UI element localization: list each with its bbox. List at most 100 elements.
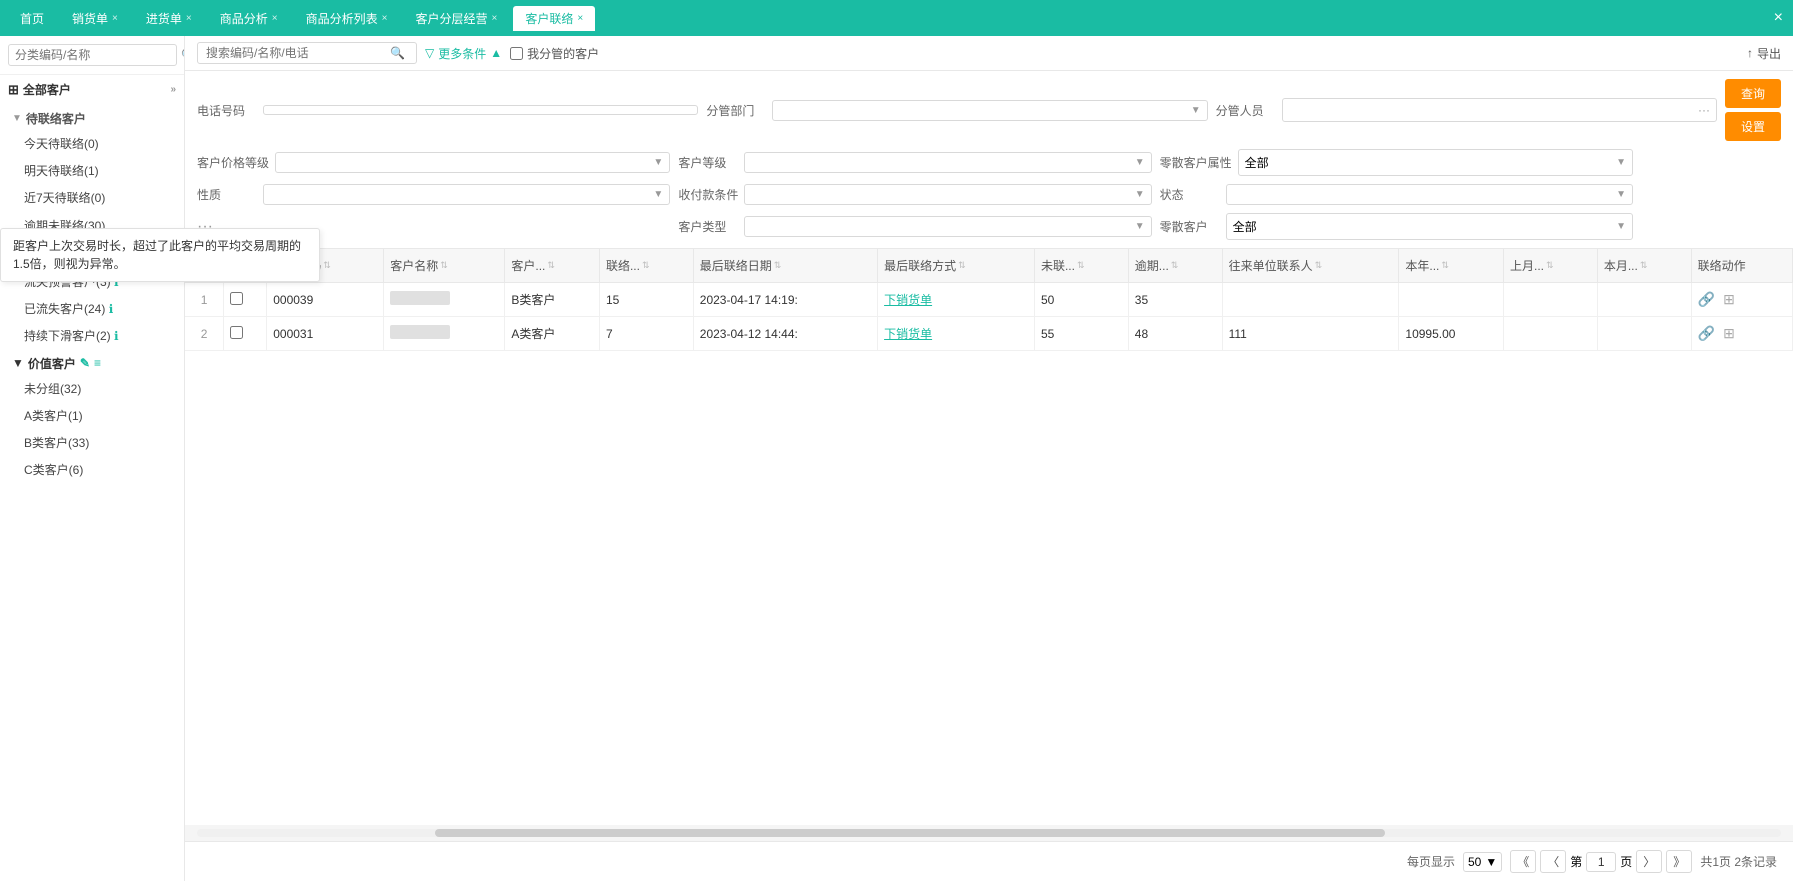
col-this-month[interactable]: 本月... ⇅ (1597, 249, 1691, 283)
more-conditions-btn[interactable]: ▽ 更多条件 ▲ (425, 45, 502, 62)
last-page-btn[interactable]: 》 (1666, 850, 1692, 873)
close-analysis-list-tab[interactable]: × (382, 13, 388, 24)
action-grid-icon-2[interactable]: ⊞ (1723, 325, 1735, 342)
total-records-label: 共1页 2条记录 (1700, 853, 1777, 870)
nav-customer-contact[interactable]: 客户联络 × (513, 6, 595, 31)
scatter-customer-arrow: ▼ (1616, 221, 1626, 232)
col-last-month[interactable]: 上月... ⇅ (1504, 249, 1598, 283)
sidebar-item-class-b[interactable]: B类客户(33) (0, 430, 184, 457)
my-customers-check[interactable] (510, 47, 523, 60)
customer-type-select[interactable]: ▼ (744, 216, 1151, 237)
col-level[interactable]: 客户... ⇅ (505, 249, 600, 283)
customer-level-select[interactable]: ▼ (744, 152, 1151, 173)
action-link-icon-2[interactable]: 🔗 (1698, 325, 1715, 342)
customer-group-settings-icon[interactable]: ≡ (94, 356, 101, 370)
person-select-more[interactable]: ··· (1698, 103, 1710, 117)
row-num-2: 2 (185, 317, 224, 351)
sidebar-item-class-c[interactable]: C类客户(6) (0, 457, 184, 484)
search-icon[interactable]: 🔍 (390, 46, 405, 60)
row-check-2[interactable] (230, 326, 243, 339)
row-num-1: 1 (185, 283, 224, 317)
first-page-btn[interactable]: 《 (1510, 850, 1536, 873)
filter-phone: 电话号码 (197, 102, 698, 119)
close-customer-contact-tab[interactable]: × (577, 13, 583, 24)
sidebar-item-today[interactable]: 今天待联络(0) (0, 131, 184, 158)
search-input-box: 🔍 (197, 42, 417, 64)
sidebar-item-class-a[interactable]: A类客户(1) (0, 403, 184, 430)
phone-input[interactable] (263, 105, 698, 115)
query-button[interactable]: 查询 (1725, 79, 1781, 108)
scatter-customer-select[interactable]: 全部 ▼ (1226, 213, 1633, 240)
close-customer-tier-tab[interactable]: × (491, 13, 497, 24)
col-last-date[interactable]: 最后联络日期 ⇅ (693, 249, 877, 283)
nav-analysis[interactable]: 商品分析 × (208, 6, 290, 31)
col-name[interactable]: 客户名称 ⇅ (384, 249, 505, 283)
price-level-select[interactable]: ▼ (275, 152, 670, 173)
col-this-year[interactable]: 本年... ⇅ (1399, 249, 1504, 283)
scatter-attr-select[interactable]: 全部 ▼ (1238, 149, 1633, 176)
row-year-2: 10995.00 (1399, 317, 1504, 351)
close-purchase-tab[interactable]: × (186, 13, 192, 24)
col-overdue[interactable]: 逾期... ⇅ (1128, 249, 1222, 283)
sidebar-item-tomorrow[interactable]: 明天待联络(1) (0, 158, 184, 185)
customer-group-edit-icon[interactable]: ✎ (80, 356, 90, 370)
filter-price-level: 客户价格等级 ▼ (197, 152, 670, 173)
row-checkbox-1 (224, 283, 267, 317)
page-size-value: 50 (1468, 855, 1481, 869)
nav-home[interactable]: 首页 (8, 6, 56, 31)
dept-select[interactable]: ▼ (772, 100, 1207, 121)
nav-customer-tier[interactable]: 客户分层经营 × (403, 6, 509, 31)
person-select[interactable]: ··· (1282, 98, 1717, 122)
nature-select[interactable]: ▼ (263, 184, 670, 205)
row-date-2: 2023-04-12 14:44: (693, 317, 877, 351)
row-contacts-2: 111 (1222, 317, 1399, 351)
nav-purchase[interactable]: 进货单 × (134, 6, 204, 31)
window-close-button[interactable]: × (1774, 9, 1783, 27)
sidebar-group-pending[interactable]: ▼ 待联络客户 (0, 104, 184, 131)
all-customers-header[interactable]: ⊞ 全部客户 » (0, 75, 184, 104)
row-lastmonth-1 (1504, 283, 1598, 317)
sidebar-collapse-btn[interactable]: » (170, 84, 176, 95)
export-button[interactable]: ↑ 导出 (1747, 45, 1781, 62)
sidebar-item-declining[interactable]: 持续下滑客户(2) ℹ (0, 323, 184, 350)
filter-nature: 性质 ▼ (197, 184, 670, 205)
my-customers-checkbox[interactable]: 我分管的客户 (510, 45, 599, 62)
page-input[interactable] (1586, 852, 1616, 872)
sidebar-item-7days[interactable]: 近7天待联络(0) (0, 185, 184, 212)
col-contacts[interactable]: 往来单位联系人 ⇅ (1222, 249, 1399, 283)
close-analysis-tab[interactable]: × (272, 13, 278, 24)
row-uncontacted-2: 55 (1034, 317, 1128, 351)
col-last-type[interactable]: 最后联络方式 ⇅ (878, 249, 1035, 283)
search-input[interactable] (206, 46, 386, 60)
row-lastmonth-2 (1504, 317, 1598, 351)
page-label: 第 (1570, 853, 1582, 870)
customer-group-value[interactable]: ▼ 价值客户 ✎ ≡ (0, 351, 184, 376)
col-uncontacted[interactable]: 未联... ⇅ (1034, 249, 1128, 283)
nav-analysis-list[interactable]: 商品分析列表 × (294, 6, 400, 31)
status-select[interactable]: ▼ (1226, 184, 1633, 205)
action-grid-icon-1[interactable]: ⊞ (1723, 291, 1735, 308)
row-check-1[interactable] (230, 292, 243, 305)
close-sales-tab[interactable]: × (112, 13, 118, 24)
row-overdue-2: 48 (1128, 317, 1222, 351)
payment-select[interactable]: ▼ (744, 184, 1151, 205)
sidebar-item-ungroup[interactable]: 未分组(32) (0, 376, 184, 403)
row-code-1: 000039 (267, 283, 384, 317)
row-level-2: A类客户 (505, 317, 600, 351)
col-action: 联络动作 (1691, 249, 1792, 283)
status-arrow: ▼ (1616, 189, 1626, 200)
prev-page-btn[interactable]: 〈 (1540, 850, 1566, 873)
next-page-btn[interactable]: 〉 (1636, 850, 1662, 873)
sidebar: 🔍 ⊞ 全部客户 » ▼ 待联络客户 今天待联络(0) 明天待联络(1) 近7天… (0, 36, 185, 881)
horizontal-scrollbar[interactable] (197, 829, 1781, 837)
settings-button[interactable]: 设置 (1725, 112, 1781, 141)
page-navigation: 《 〈 第 页 〉 》 (1510, 850, 1692, 873)
nav-sales[interactable]: 销货单 × (60, 6, 130, 31)
page-size-select[interactable]: 50 ▼ (1463, 852, 1502, 872)
sidebar-search-input[interactable] (8, 44, 177, 66)
scroll-thumb[interactable] (435, 829, 1385, 837)
action-link-icon-1[interactable]: 🔗 (1698, 291, 1715, 308)
col-contact-count[interactable]: 联络... ⇅ (599, 249, 693, 283)
top-navigation: 首页 销货单 × 进货单 × 商品分析 × 商品分析列表 × 客户分层经营 × … (0, 0, 1793, 36)
sidebar-item-lost[interactable]: 已流失客户(24) ℹ (0, 296, 184, 323)
